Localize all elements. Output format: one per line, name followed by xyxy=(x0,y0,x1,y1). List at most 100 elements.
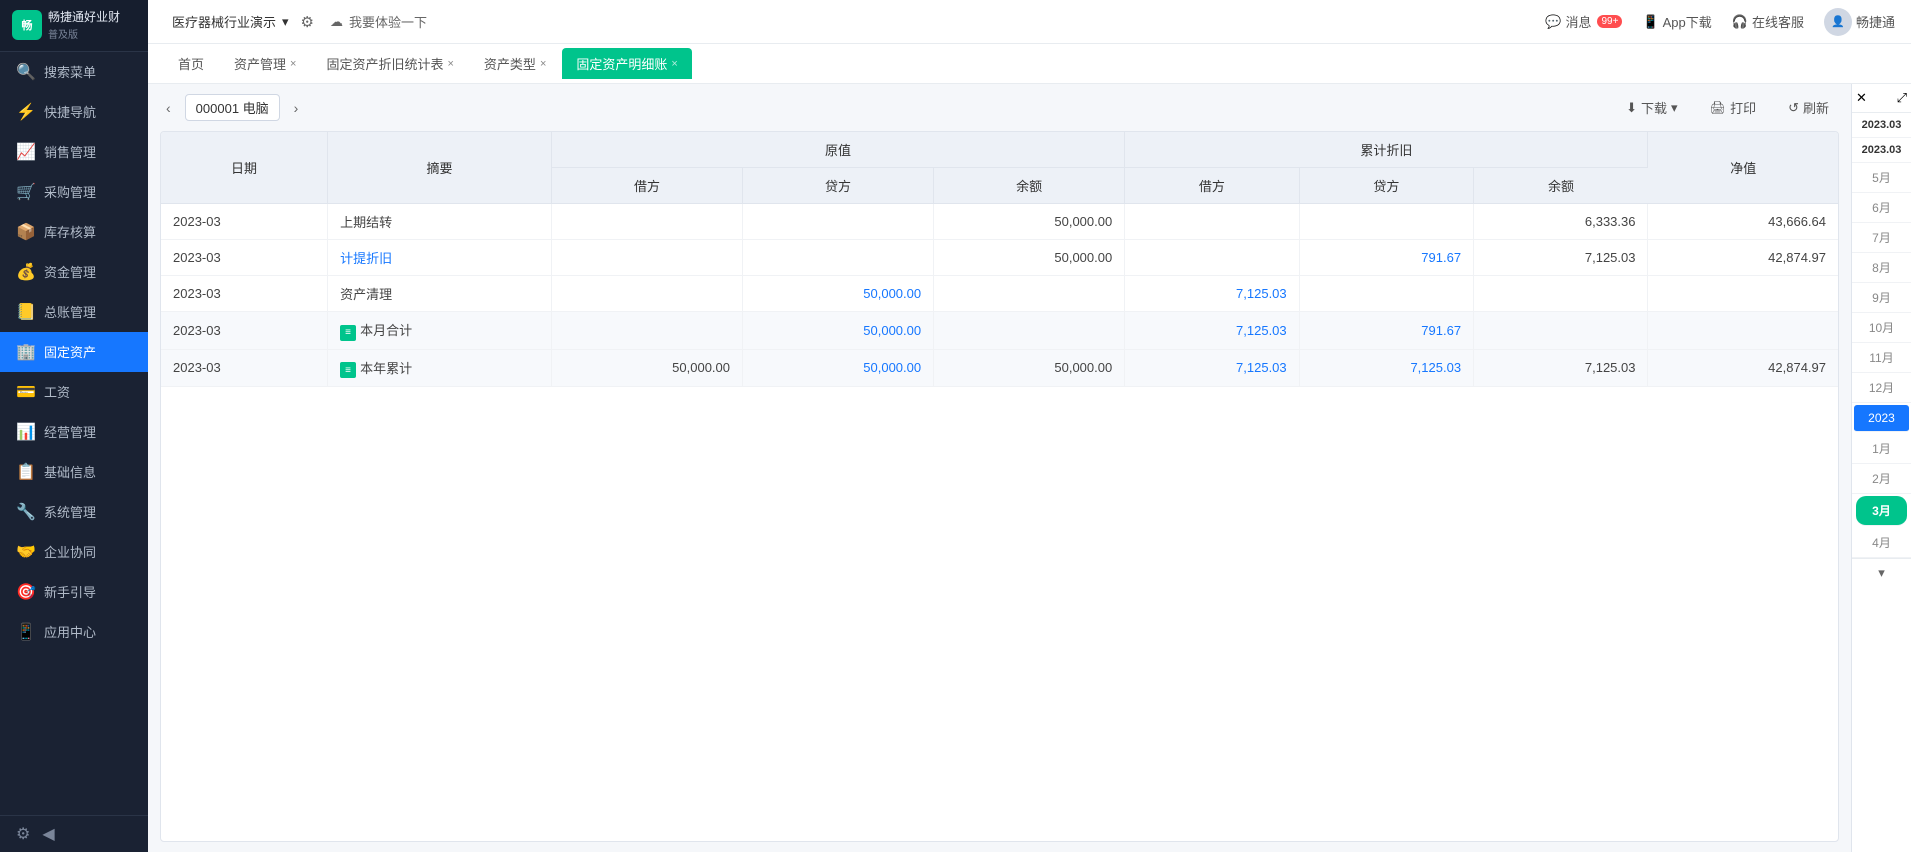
timeline-month[interactable]: 6月 xyxy=(1852,193,1911,223)
experience-button[interactable]: ☁ 我要体验一下 xyxy=(330,12,427,31)
user-menu[interactable]: 👤 畅捷通 xyxy=(1824,8,1895,36)
sidebar-icon-guide: 🎯 xyxy=(16,582,34,602)
sidebar-item-management[interactable]: 📊经营管理 xyxy=(0,412,148,452)
cell-yuanzhi-balance xyxy=(934,276,1125,312)
sidebar-item-cooperation[interactable]: 🤝企业协同 xyxy=(0,532,148,572)
cell-yuanzhi-balance: 50,000.00 xyxy=(934,240,1125,276)
cell-date: 2023-03 xyxy=(161,204,328,240)
sidebar-icon-basic-info: 📋 xyxy=(16,462,34,482)
timeline-header-0[interactable]: 2023.03 xyxy=(1852,113,1911,138)
table-row: 2023-03 资产清理 50,000.00 7,125.03 xyxy=(161,276,1838,312)
summary-icon: ≡ xyxy=(340,362,356,378)
tab-close-asset-mgmt[interactable]: × xyxy=(290,58,296,70)
sidebar-item-quick-nav[interactable]: ⚡ 快捷导航 xyxy=(0,92,148,132)
timeline-expand-icon[interactable]: ⤢ xyxy=(1897,90,1907,106)
col-yuanzhi-credit: 贷方 xyxy=(743,168,934,204)
timeline-month[interactable]: 10月 xyxy=(1852,313,1911,343)
timeline-header-1[interactable]: 2023.03 xyxy=(1852,138,1911,163)
timeline-month[interactable]: 12月 xyxy=(1852,373,1911,403)
print-button[interactable]: 🖨 打印 xyxy=(1700,94,1767,121)
timeline-scroll[interactable]: 2023.032023.035月6月7月8月9月10月11月12月20231月2… xyxy=(1852,113,1911,852)
content-area: ‹ 000001 电脑 › ⬇ 下载 ▾ 🖨 打印 ↺ 刷新 xyxy=(148,84,1911,852)
tab-label-depreciation-table: 固定资产折旧统计表 xyxy=(326,54,443,73)
message-button[interactable]: 💬 消息 99+ xyxy=(1545,12,1622,31)
cell-date: 2023-03 xyxy=(161,276,328,312)
sidebar-label-quick-nav: 快捷导航 xyxy=(44,102,96,121)
tab-depreciation-table[interactable]: 固定资产折旧统计表 × xyxy=(312,48,467,79)
tab-close-depreciation-table[interactable]: × xyxy=(447,58,453,70)
next-asset-button[interactable]: › xyxy=(288,98,305,118)
timeline-month[interactable]: 7月 xyxy=(1852,223,1911,253)
sidebar-item-search[interactable]: 🔍搜索菜单 xyxy=(0,52,148,92)
timeline-month[interactable]: 9月 xyxy=(1852,283,1911,313)
timeline-month[interactable]: 11月 xyxy=(1852,343,1911,373)
refresh-button[interactable]: ↺ 刷新 xyxy=(1778,94,1839,121)
timeline-year-2023[interactable]: 2023 xyxy=(1854,405,1909,432)
topbar-gear-icon[interactable]: ⚙ xyxy=(301,13,314,31)
col-yuanzhi-balance: 余额 xyxy=(934,168,1125,204)
timeline-month-2月[interactable]: 2月 xyxy=(1852,464,1911,494)
tab-home[interactable]: 首页 xyxy=(164,48,218,79)
print-label: 打印 xyxy=(1730,98,1756,117)
tab-asset-detail[interactable]: 固定资产明细账 × xyxy=(562,48,691,79)
sidebar-item-sys-mgmt[interactable]: 🔧系统管理 xyxy=(0,492,148,532)
app-download-button[interactable]: 📱 App下载 xyxy=(1642,12,1711,31)
timeline-month-1月[interactable]: 1月 xyxy=(1852,434,1911,464)
tab-close-asset-detail[interactable]: × xyxy=(671,58,677,70)
cell-leiji-balance: 7,125.03 xyxy=(1474,349,1648,387)
experience-label: 我要体验一下 xyxy=(349,12,427,31)
sidebar-label-sys-mgmt: 系统管理 xyxy=(44,502,96,521)
sidebar-icon-quick-nav: ⚡ xyxy=(16,102,34,122)
sidebar-item-fixed-assets[interactable]: 🏢固定资产 xyxy=(0,332,148,372)
cell-leiji-balance xyxy=(1474,312,1648,350)
asset-detail-table: 日期 摘要 原值 累计折旧 净值 借方 贷方 余额 借方 贷方 余额 xyxy=(160,131,1839,842)
table-row: 2023-03 上期结转 50,000.00 6,333.36 43,666.6… xyxy=(161,204,1838,240)
timeline-month[interactable]: 5月 xyxy=(1852,163,1911,193)
sidebar-item-guide[interactable]: 🎯新手引导 xyxy=(0,572,148,612)
sidebar-item-basic-info[interactable]: 📋基础信息 xyxy=(0,452,148,492)
sidebar: 畅 畅捷通好业财 普及版 🔍搜索菜单⚡快捷导航📈销售管理🛒采购管理📦库存核算💰资… xyxy=(0,0,148,852)
sidebar-item-capital[interactable]: 💰资金管理 xyxy=(0,252,148,292)
sidebar-label-app-center: 应用中心 xyxy=(44,622,96,641)
topbar-right: 💬 消息 99+ 📱 App下载 🎧 在线客服 👤 畅捷通 xyxy=(1545,8,1895,36)
download-button[interactable]: ⬇ 下载 ▾ xyxy=(1616,94,1687,121)
tab-label-asset-detail: 固定资产明细账 xyxy=(576,54,667,73)
col-leiji-debit: 借方 xyxy=(1125,168,1299,204)
tab-asset-mgmt[interactable]: 资产管理× xyxy=(220,48,310,79)
logo-icon: 畅 xyxy=(12,10,42,40)
sidebar-item-purchase[interactable]: 🛒采购管理 xyxy=(0,172,148,212)
settings-icon[interactable]: ⚙ xyxy=(16,824,30,844)
cell-leiji-debit xyxy=(1125,240,1299,276)
timeline-month-3月[interactable]: 3月 xyxy=(1856,496,1907,526)
timeline-month[interactable]: 8月 xyxy=(1852,253,1911,283)
collapse-icon[interactable]: ◀ xyxy=(42,824,54,844)
sidebar-label-ledger: 总账管理 xyxy=(44,302,96,321)
sidebar-icon-inventory: 📦 xyxy=(16,222,34,242)
project-selector[interactable]: 医疗器械行业演示 ▾ xyxy=(164,8,297,35)
sidebar-icon-purchase: 🛒 xyxy=(16,182,34,202)
timeline-header: ✕ ⤢ xyxy=(1852,84,1911,113)
refresh-icon: ↺ xyxy=(1788,100,1799,116)
col-leiji-credit: 贷方 xyxy=(1299,168,1473,204)
sidebar-item-app-center[interactable]: 📱应用中心 xyxy=(0,612,148,652)
prev-asset-button[interactable]: ‹ xyxy=(160,98,177,118)
cell-summary: 资产清理 xyxy=(328,276,552,312)
asset-navigation: ‹ 000001 电脑 › ⬇ 下载 ▾ 🖨 打印 ↺ 刷新 xyxy=(160,94,1839,121)
sidebar-item-inventory[interactable]: 📦库存核算 xyxy=(0,212,148,252)
sidebar-nav: 🔍搜索菜单 ⚡ 快捷导航 📈销售管理🛒采购管理📦库存核算💰资金管理📒总账管理🏢固定资产… xyxy=(0,52,148,815)
sidebar-item-ledger[interactable]: 📒总账管理 xyxy=(0,292,148,332)
tab-asset-type[interactable]: 资产类型× xyxy=(470,48,560,79)
timeline-close-icon[interactable]: ✕ xyxy=(1856,90,1867,106)
cell-leiji-debit: 7,125.03 xyxy=(1125,349,1299,387)
cell-yuanzhi-debit xyxy=(551,240,742,276)
timeline-month-4月[interactable]: 4月 xyxy=(1852,528,1911,558)
print-icon: 🖨 xyxy=(1710,100,1727,116)
tab-close-asset-type[interactable]: × xyxy=(540,58,546,70)
table-row: 2023-03 ≡本年累计 50,000.00 50,000.00 50,000… xyxy=(161,349,1838,387)
sidebar-label-fixed-assets: 固定资产 xyxy=(44,342,96,361)
sidebar-item-sales[interactable]: 📈销售管理 xyxy=(0,132,148,172)
cell-date: 2023-03 xyxy=(161,349,328,387)
online-service-button[interactable]: 🎧 在线客服 xyxy=(1732,12,1804,31)
timeline-down-arrow[interactable]: ▾ xyxy=(1852,558,1911,587)
sidebar-item-salary[interactable]: 💳工资 xyxy=(0,372,148,412)
